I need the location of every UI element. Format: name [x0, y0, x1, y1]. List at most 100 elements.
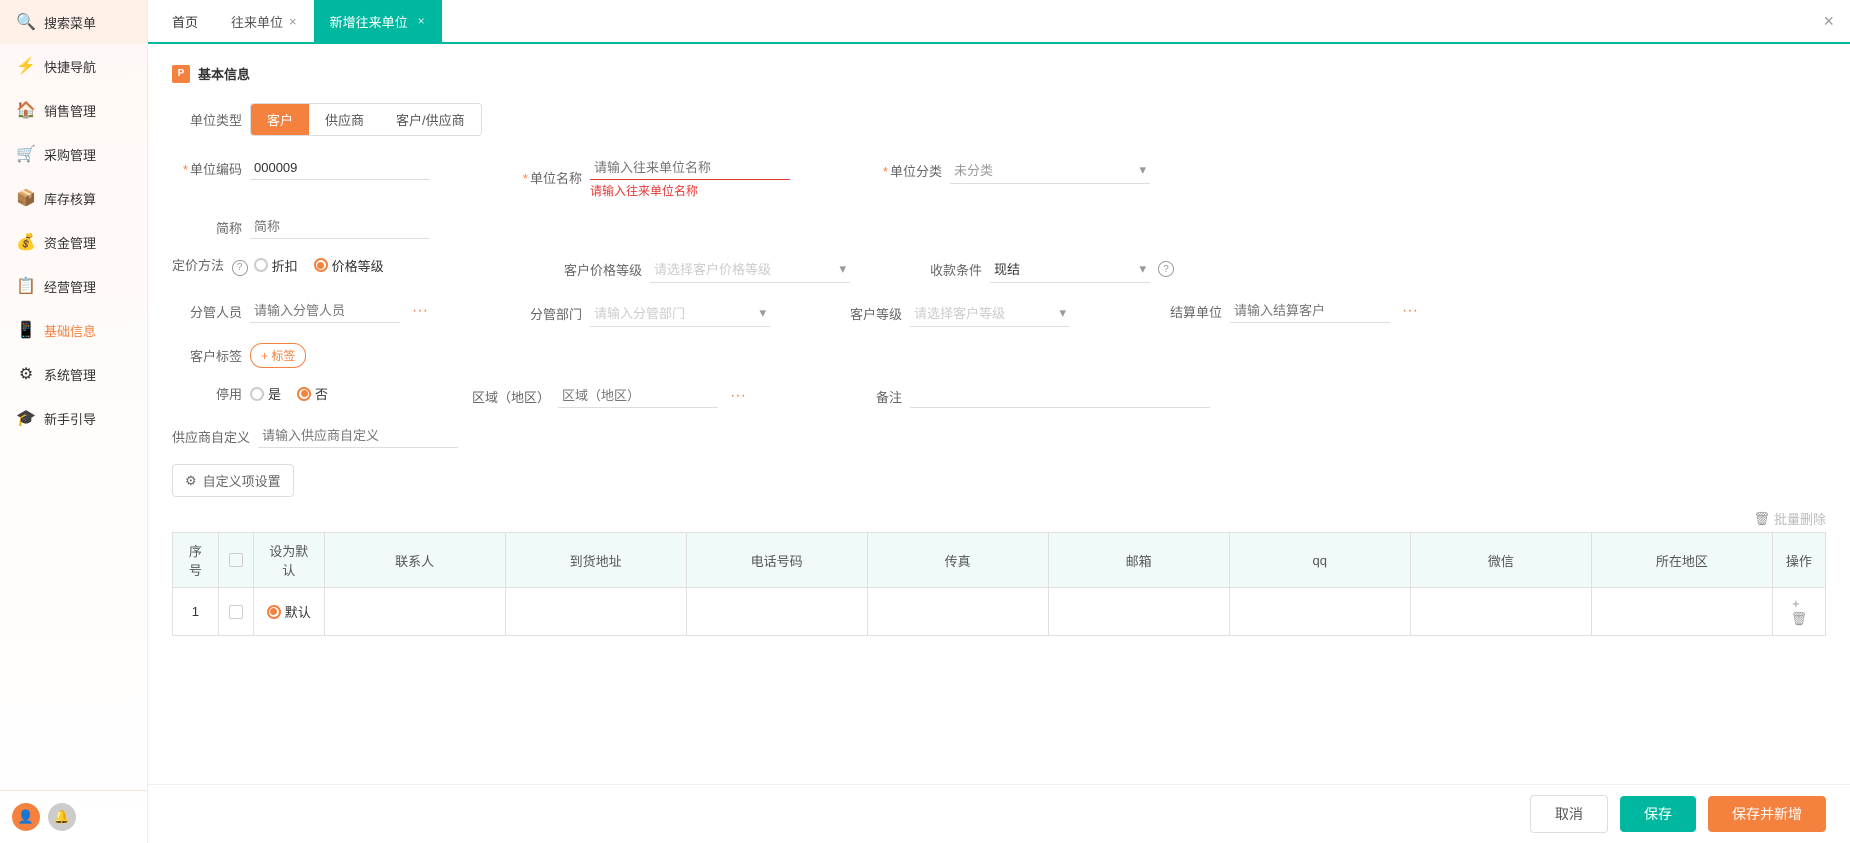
save-new-button[interactable]: 保存并新增	[1708, 796, 1826, 832]
manager-ellipsis[interactable]: ···	[408, 302, 432, 320]
sidebar-item-guide[interactable]: 🎓 新手引导	[0, 396, 147, 440]
unit-name-label: *单位名称	[512, 168, 582, 187]
customer-price-chevron: ▾	[839, 261, 846, 277]
pricing-radio-discount[interactable]: 折扣	[254, 256, 298, 275]
disable-group: 停用 是 否	[172, 384, 472, 403]
unit-type-both[interactable]: 客户/供应商	[380, 104, 481, 135]
system-icon: ⚙	[16, 364, 36, 384]
unit-type-row: 单位类型 客户 供应商 客户/供应商	[172, 103, 1826, 136]
sidebar-item-search[interactable]: 🔍 搜索菜单	[0, 0, 147, 44]
sidebar-item-purchase[interactable]: 🛒 采购管理	[0, 132, 147, 176]
remark-label: 备注	[832, 387, 902, 406]
unit-code-input[interactable]	[250, 156, 430, 180]
supplier-custom-group: 供应商自定义	[172, 424, 1826, 448]
add-tag-btn[interactable]: + 标签	[250, 343, 306, 368]
custom-settings-btn[interactable]: ⚙ 自定义项设置	[172, 464, 294, 497]
col-contact: 联系人	[324, 533, 505, 588]
email-input[interactable]	[1059, 604, 1219, 619]
notification-icon[interactable]: 🔔	[48, 803, 76, 831]
cell-actions: + 🗑	[1772, 588, 1825, 636]
sidebar-item-basic[interactable]: 📱 基础信息	[0, 308, 147, 352]
custom-settings-label: 自定义项设置	[203, 471, 281, 490]
batch-delete-label[interactable]: 批量删除	[1774, 509, 1826, 528]
manager-input[interactable]	[250, 299, 400, 323]
region-ellipsis[interactable]: ···	[726, 387, 750, 405]
address-input[interactable]	[516, 604, 676, 619]
sidebar-item-inventory[interactable]: 📦 库存核算	[0, 176, 147, 220]
customer-level-select[interactable]: 请选择客户等级 ▾	[910, 299, 1070, 327]
sidebar-label-purchase: 采购管理	[44, 145, 96, 164]
unit-category-select[interactable]: 未分类 ▾	[950, 156, 1150, 184]
delete-row-btn[interactable]: 🗑	[1791, 611, 1808, 626]
sidebar-label-finance: 资金管理	[44, 233, 96, 252]
tab-partners-close[interactable]: ×	[289, 14, 297, 29]
tab-new-partner-close[interactable]: ×	[418, 14, 425, 28]
settlement-ellipsis[interactable]: ···	[1398, 302, 1422, 320]
pricing-row: 定价方法 ? 折扣 价格等级 客户价格	[172, 255, 1826, 283]
remark-input[interactable]	[910, 384, 1210, 408]
disable-no[interactable]: 否	[297, 384, 328, 403]
qq-input[interactable]	[1240, 604, 1400, 619]
cell-phone[interactable]	[686, 588, 867, 636]
contact-input[interactable]	[335, 604, 495, 619]
phone-input[interactable]	[697, 604, 857, 619]
payment-terms-group: 收款条件 现结 ▾ ?	[912, 255, 1826, 283]
settlement-input[interactable]	[1230, 299, 1390, 323]
add-row-btn[interactable]: +	[1792, 596, 1800, 611]
cancel-button[interactable]: 取消	[1530, 795, 1608, 833]
cell-qq[interactable]	[1229, 588, 1410, 636]
purchase-icon: 🛒	[16, 144, 36, 164]
sidebar-item-quick[interactable]: ⚡ 快捷导航	[0, 44, 147, 88]
col-checkbox	[218, 533, 253, 588]
row-checkbox[interactable]	[229, 605, 243, 619]
discount-label: 折扣	[272, 256, 298, 275]
pricing-radio-level[interactable]: 价格等级	[314, 256, 384, 275]
cell-wechat[interactable]	[1410, 588, 1591, 636]
short-name-label: 简称	[172, 218, 242, 237]
supplier-custom-row: 供应商自定义	[172, 424, 1826, 448]
sidebar-item-sales[interactable]: 🏠 销售管理	[0, 88, 147, 132]
cell-contact[interactable]	[324, 588, 505, 636]
unit-type-supplier[interactable]: 供应商	[309, 104, 380, 135]
unit-type-customer[interactable]: 客户	[251, 104, 309, 135]
save-button[interactable]: 保存	[1620, 796, 1696, 832]
default-radio[interactable]: 默认	[264, 602, 314, 621]
sidebar-label-inventory: 库存核算	[44, 189, 96, 208]
unit-name-input[interactable]	[590, 156, 790, 180]
unit-code-group: *单位编码	[172, 156, 512, 180]
default-radio-inner	[270, 608, 277, 615]
fax-input[interactable]	[878, 604, 1038, 619]
sidebar-label-search: 搜索菜单	[44, 13, 96, 32]
pricing-help-icon[interactable]: ?	[232, 260, 248, 276]
sidebar-item-finance[interactable]: 💰 资金管理	[0, 220, 147, 264]
payment-help-icon[interactable]: ?	[1158, 261, 1174, 277]
disable-yes[interactable]: 是	[250, 384, 281, 403]
cell-region[interactable]	[1591, 588, 1772, 636]
cell-email[interactable]	[1048, 588, 1229, 636]
close-all-btn[interactable]: ×	[1815, 11, 1842, 32]
dept-select[interactable]: 请输入分管部门 ▾	[590, 299, 770, 327]
tab-new-partner[interactable]: 新增往来单位 ×	[314, 0, 442, 43]
cell-address[interactable]	[505, 588, 686, 636]
wechat-input[interactable]	[1421, 604, 1581, 619]
tab-partners[interactable]: 往来单位 ×	[215, 0, 314, 43]
no-radio-inner	[301, 390, 308, 397]
customer-price-placeholder: 请选择客户价格等级	[654, 259, 771, 278]
short-name-input[interactable]	[250, 215, 430, 239]
tab-home-label: 首页	[172, 12, 198, 31]
category-chevron-icon: ▾	[1139, 162, 1146, 178]
sidebar-item-operations[interactable]: 📋 经营管理	[0, 264, 147, 308]
select-all-checkbox[interactable]	[229, 553, 243, 567]
region-input[interactable]	[558, 384, 718, 408]
tab-home[interactable]: 首页	[156, 0, 215, 43]
user-avatar[interactable]: 👤	[12, 803, 40, 831]
region-cell-input[interactable]	[1602, 604, 1762, 619]
payment-terms-select[interactable]: 现结 ▾	[990, 255, 1150, 283]
supplier-custom-input[interactable]	[258, 424, 458, 448]
default-radio-outer	[267, 605, 281, 619]
customer-price-select[interactable]: 请选择客户价格等级 ▾	[650, 255, 850, 283]
quick-icon: ⚡	[16, 56, 36, 76]
sidebar-item-system[interactable]: ⚙ 系统管理	[0, 352, 147, 396]
cell-fax[interactable]	[867, 588, 1048, 636]
unit-type-label: 单位类型	[172, 110, 242, 129]
